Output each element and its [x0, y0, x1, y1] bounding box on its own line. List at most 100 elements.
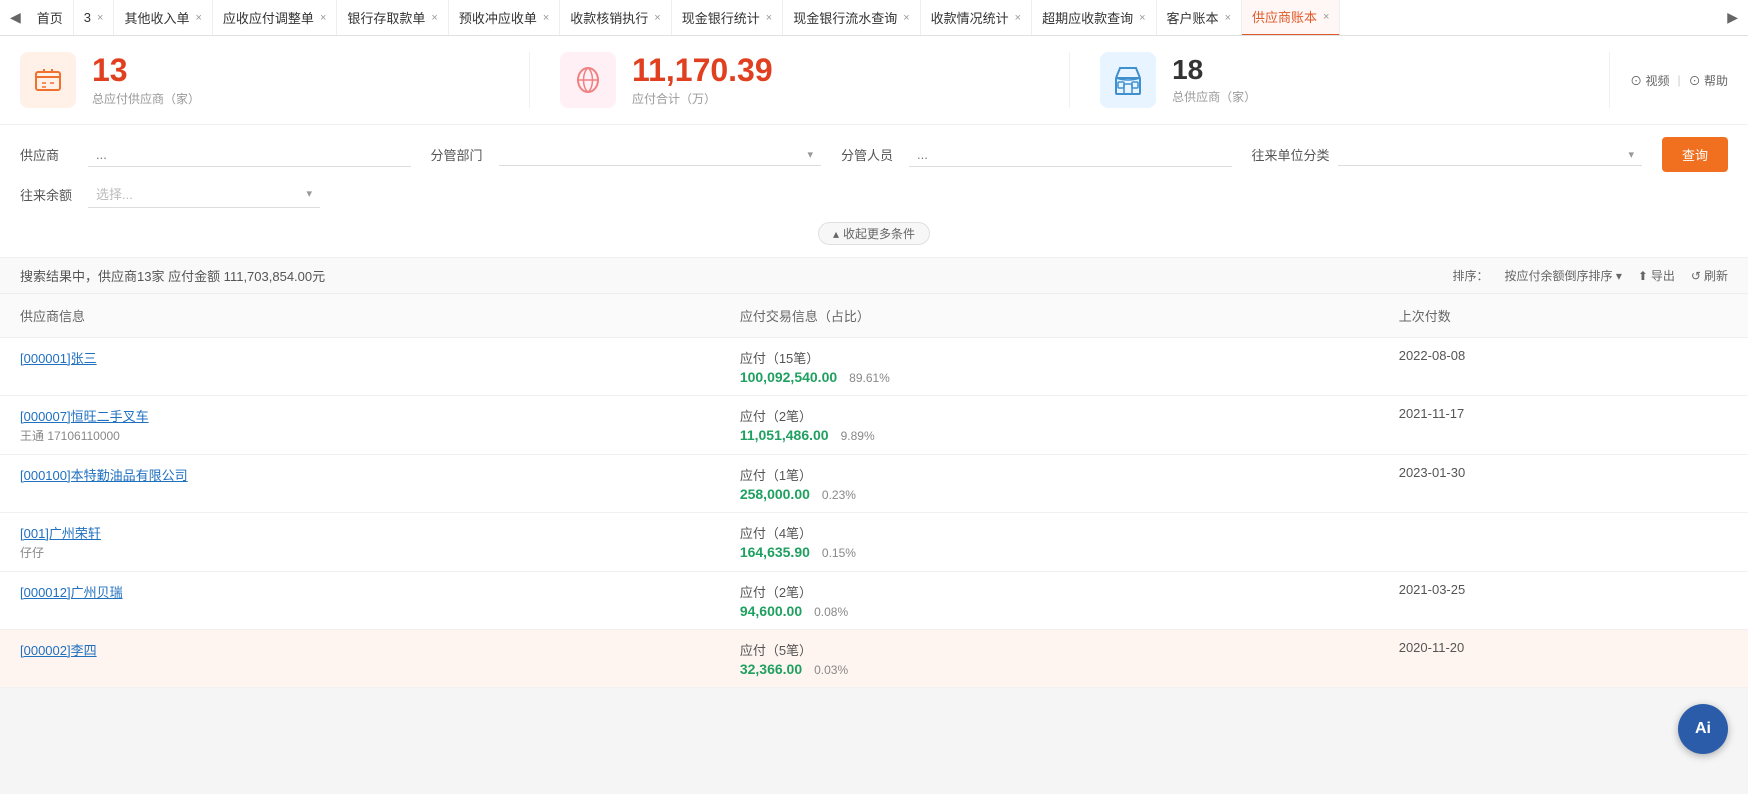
close-icon[interactable]: ×: [97, 12, 103, 24]
ap-percent: 9.89%: [841, 429, 875, 443]
close-icon[interactable]: ×: [1139, 12, 1145, 24]
nav-tab-tab3[interactable]: 3×: [74, 0, 115, 36]
nav-tab-income[interactable]: 其他收入单×: [114, 0, 212, 36]
ai-button[interactable]: Ai: [1678, 704, 1728, 754]
ap-description: 应付（2笔）: [740, 406, 1359, 425]
collapse-button[interactable]: ▴ 收起更多条件: [818, 222, 930, 245]
category-arrow-icon: ▾: [1628, 148, 1634, 161]
payable-suppliers-count: 13: [92, 54, 499, 86]
close-icon[interactable]: ×: [903, 12, 909, 24]
person-input[interactable]: [909, 143, 1232, 167]
top-nav: ◀ 首页3×其他收入单×应收应付调整单×银行存取款单×预收冲应收单×收款核销执行…: [0, 0, 1748, 36]
table-row: [000007]恒旺二手叉车王通 17106110000 应付（2笔） 11,051…: [0, 396, 1748, 455]
last-pay-cell: 2021-03-25: [1379, 572, 1748, 630]
person-filter: 分管人员: [841, 143, 1232, 167]
total-suppliers-count: 18: [1172, 56, 1579, 84]
close-icon[interactable]: ×: [320, 12, 326, 24]
supplier-input[interactable]: [88, 143, 411, 167]
supplier-link[interactable]: [000012]广州贝瑞: [20, 585, 123, 600]
col-ap-info: 应付交易信息（占比）: [720, 294, 1379, 338]
supplier-link[interactable]: [000100]本特勤油品有限公司: [20, 468, 188, 483]
nav-tab-prepay[interactable]: 预收冲应收单×: [449, 0, 560, 36]
category-filter: 往来单位分类 ▾: [1252, 144, 1643, 166]
ap-info-cell: 应付（4笔）164,635.900.15%: [720, 513, 1379, 572]
ap-percent: 0.15%: [822, 546, 856, 560]
supplier-info-cell: [000007]恒旺二手叉车王通 17106110000: [0, 396, 720, 455]
balance-filter: 往来余额 选择... ▾: [20, 180, 320, 208]
nav-tab-collstat[interactable]: 收款情况统计×: [921, 0, 1032, 36]
nav-tab-cashstat[interactable]: 现金银行统计×: [672, 0, 783, 36]
nav-tab-verify[interactable]: 收款核销执行×: [560, 0, 671, 36]
table-row: [001]广州荣轩仔仔应付（4笔）164,635.900.15%: [0, 513, 1748, 572]
supplier-info-cell: [001]广州荣轩仔仔: [0, 513, 720, 572]
table-row: [000012]广州贝瑞 应付（2笔） 94,600.00 0.08% 2021-03-…: [0, 572, 1748, 630]
close-icon[interactable]: ×: [766, 12, 772, 24]
ap-description: 应付（15笔）: [740, 348, 1359, 367]
export-button[interactable]: ⬆ 导出: [1638, 267, 1675, 284]
ap-percent: 0.08%: [814, 605, 848, 619]
supplier-sub-info: 王通 17106110000: [20, 427, 700, 444]
dept-select[interactable]: ▾: [499, 144, 822, 166]
nav-arrow-right[interactable]: ▶: [1721, 9, 1744, 26]
nav-tab-cashflow[interactable]: 现金银行流水查询×: [783, 0, 920, 36]
nav-tab-home[interactable]: 首页: [27, 0, 74, 36]
supplier-link[interactable]: [000001]张三: [20, 351, 97, 366]
col-supplier-info: 供应商信息: [0, 294, 720, 338]
ap-description: 应付（2笔）: [740, 582, 1359, 601]
ap-amount: 11,051,486.00: [740, 427, 829, 443]
refresh-button[interactable]: ↺ 刷新: [1691, 267, 1728, 284]
nav-tab-bank[interactable]: 银行存取款单×: [337, 0, 448, 36]
help-link[interactable]: ⊙ 帮助: [1689, 72, 1728, 89]
top-links: ⊙ 视频 | ⊙ 帮助: [1610, 72, 1728, 89]
nav-arrow-left[interactable]: ◀: [4, 9, 27, 26]
balance-select[interactable]: 选择... ▾: [88, 180, 320, 208]
query-button[interactable]: 查询: [1662, 137, 1728, 172]
supplier-icon: [20, 52, 76, 108]
stats-bar: 13 总应付供应商（家） 11,170.39 应付合计（万）: [0, 36, 1748, 125]
sort-value[interactable]: 按应付余额倒序排序 ▾: [1504, 267, 1621, 284]
payable-suppliers-stat: 13 总应付供应商（家）: [20, 52, 530, 108]
close-icon[interactable]: ×: [195, 12, 201, 24]
last-pay-cell: 2023-01-30: [1379, 455, 1748, 513]
nav-tab-custbook[interactable]: 客户账本×: [1157, 0, 1242, 36]
payable-amount-stat: 11,170.39 应付合计（万）: [530, 52, 1070, 108]
supplier-link[interactable]: [000002]李四: [20, 643, 97, 658]
category-select[interactable]: ▾: [1338, 144, 1642, 166]
close-icon[interactable]: ×: [543, 12, 549, 24]
supplier-link[interactable]: [001]广州荣轩: [20, 526, 101, 541]
ap-amount: 94,600.00: [740, 603, 802, 619]
close-icon[interactable]: ×: [1015, 12, 1021, 24]
ap-description: 应付（1笔）: [740, 465, 1359, 484]
payable-amount: 11,170.39: [632, 54, 1039, 86]
ap-info-cell: 应付（2笔） 94,600.00 0.08%: [720, 572, 1379, 630]
nav-tab-adjust[interactable]: 应收应付调整单×: [213, 0, 337, 36]
close-icon[interactable]: ×: [1323, 11, 1329, 23]
close-icon[interactable]: ×: [654, 12, 660, 24]
ap-amount: 258,000.00: [740, 486, 810, 502]
table-row: [000100]本特勤油品有限公司应付（1笔）258,000.000.23%20…: [0, 455, 1748, 513]
nav-tab-supbook[interactable]: 供应商账本×: [1242, 0, 1340, 36]
table-header-row: 供应商信息 应付交易信息（占比） 上次付数: [0, 294, 1748, 338]
ap-info-cell: 应付（1笔）258,000.000.23%: [720, 455, 1379, 513]
ap-info-cell: 应付（2笔） 11,051,486.00 9.89%: [720, 396, 1379, 455]
table-row: [000002]李四应付（5笔）32,366.000.03%2020-11-20: [0, 630, 1748, 688]
video-link[interactable]: ⊙ 视频: [1630, 72, 1669, 89]
result-bar: 搜索结果中，供应商13家 应付金额 111,703,854.00元 排序： 按应…: [0, 258, 1748, 294]
supplier-table: 供应商信息 应付交易信息（占比） 上次付数 [000001]张三 应付（15笔） 1…: [0, 294, 1748, 688]
supplier-info-cell: [000100]本特勤油品有限公司: [0, 455, 720, 513]
result-summary: 搜索结果中，供应商13家 应付金额 111,703,854.00元: [20, 266, 325, 285]
ap-percent: 0.03%: [814, 663, 848, 677]
sort-icon: ▾: [1616, 269, 1622, 283]
close-icon[interactable]: ×: [431, 12, 437, 24]
payable-suppliers-label: 总应付供应商（家）: [92, 90, 499, 107]
ap-info-cell: 应付（5笔）32,366.000.03%: [720, 630, 1379, 688]
close-icon[interactable]: ×: [1225, 12, 1231, 24]
ap-amount: 32,366.00: [740, 661, 802, 677]
supplier-link[interactable]: [000007]恒旺二手叉车: [20, 409, 149, 424]
table-row: [000001]张三应付（15笔）100,092,540.0089.61%202…: [0, 338, 1748, 396]
collapse-label: 收起更多条件: [843, 225, 915, 242]
last-pay-cell: [1379, 513, 1748, 572]
total-suppliers-label: 总供应商（家）: [1172, 88, 1579, 105]
last-pay-cell: 2021-11-17: [1379, 396, 1748, 455]
nav-tab-overdue[interactable]: 超期应收款查询×: [1032, 0, 1156, 36]
